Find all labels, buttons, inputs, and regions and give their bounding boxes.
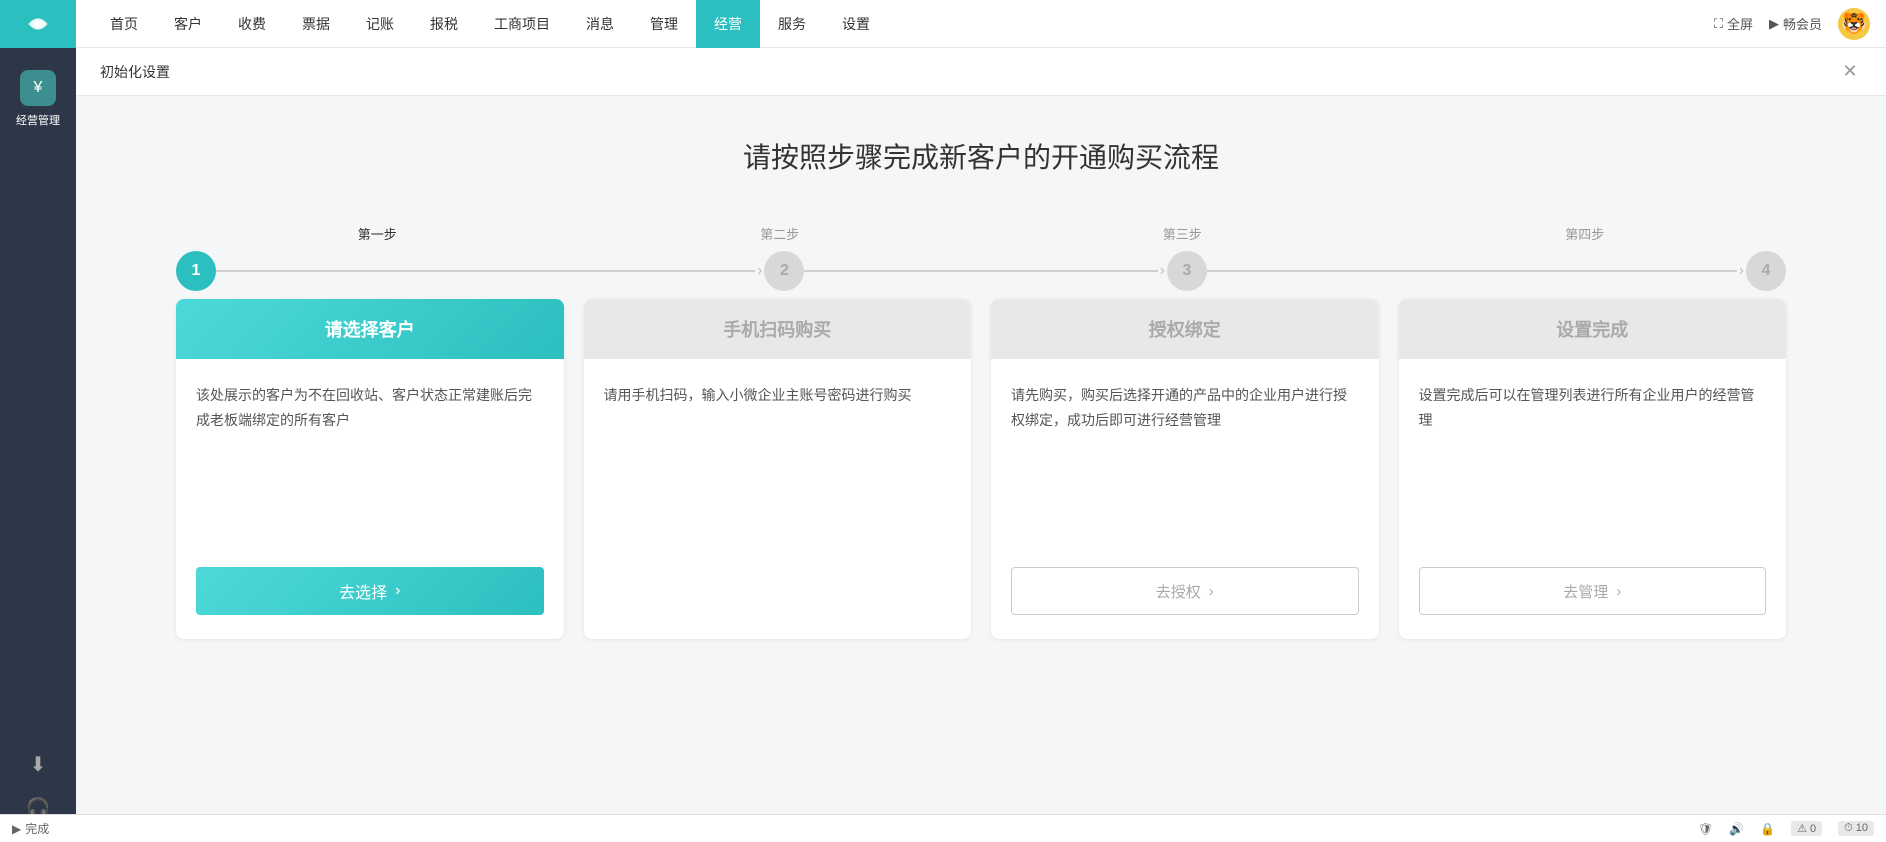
vip-icon: ▶ [1769,16,1779,32]
status-label: 完成 [25,820,49,837]
btn-label: 去管理 [1563,581,1608,602]
card-action-button-3[interactable]: 去授权 › [1011,567,1359,615]
sidebar-item-label: 经营管理 [16,112,60,128]
card-header-2: 手机扫码购买 [584,299,972,359]
card-body-3: 请先购买，购买后选择开通的产品中的企业用户进行授权绑定，成功后即可进行经营管理 [991,359,1379,567]
step-wrapper-1: 第一步 1 [176,224,579,291]
btn-arrow: › [395,582,400,600]
step-card-2: 手机扫码购买请用手机扫码，输入小微企业主账号密码进行购买 [584,299,972,639]
nav-item-收费[interactable]: 收费 [220,0,284,48]
btn-arrow: › [1209,583,1214,600]
step-wrapper-2: 第二步 ›2 [579,224,982,291]
page-header: 初始化设置 ✕ [76,48,1886,96]
card-footer-4: 去管理 › [1399,567,1787,639]
nav-item-首页[interactable]: 首页 [92,0,156,48]
warning-icon: ⚠ 0 [1791,821,1822,836]
card-body-2: 请用手机扫码，输入小微企业主账号密码进行购买 [584,359,972,639]
card-action-button-1[interactable]: 去选择 › [196,567,544,615]
btn-label: 去授权 [1156,581,1201,602]
top-navigation: 首页客户收费票据记账报税工商项目消息管理经营服务设置 ⛶ 全屏 ▶ 畅会员 🐯 [0,0,1886,48]
step-circle-2: 2 [764,251,804,291]
step-arrow-1: › [757,262,762,280]
step-line-right-1 [216,270,579,272]
step-card-4: 设置完成设置完成后可以在管理列表进行所有企业用户的经营管理去管理 › [1399,299,1787,639]
main-layout: ¥ 经营管理 ⬇ 🎧 初始化设置 ✕ 请按照步骤完成新客户的开通购买流程 第一步… [0,48,1886,842]
step-wrapper-3: 第三步 ›3 [981,224,1384,291]
card-header-1: 请选择客户 [176,299,564,359]
nav-item-票据[interactable]: 票据 [284,0,348,48]
card-action-button-4[interactable]: 去管理 › [1419,567,1767,615]
step-line-left-3 [981,270,1158,272]
step-label-1: 第一步 [358,224,397,243]
step-circle-1: 1 [176,251,216,291]
left-sidebar: ¥ 经营管理 ⬇ 🎧 [0,48,76,842]
card-footer-1: 去选择 › [176,567,564,639]
card-header-3: 授权绑定 [991,299,1379,359]
nav-item-报税[interactable]: 报税 [412,0,476,48]
flow-container: 第一步1第二步›2第三步›3第四步›4 请选择客户该处展示的客户为不在回收站、客… [136,224,1826,639]
nav-item-消息[interactable]: 消息 [568,0,632,48]
clock-icon: ⏱ 10 [1838,821,1874,836]
step-line-left-2 [579,270,756,272]
card-body-4: 设置完成后可以在管理列表进行所有企业用户的经营管理 [1399,359,1787,567]
page-title: 初始化设置 [100,62,170,82]
nav-item-记账[interactable]: 记账 [348,0,412,48]
step-line-left-4 [1384,270,1737,272]
step-line-right-2 [804,270,981,272]
nav-item-服务[interactable]: 服务 [760,0,824,48]
step-circle-3: 3 [1167,251,1207,291]
nav-item-管理[interactable]: 管理 [632,0,696,48]
steps-indicator-row: 第一步1第二步›2第三步›3第四步›4 [176,224,1786,291]
lock-icon: 🔒 [1760,822,1775,836]
vip-button[interactable]: ▶ 畅会员 [1769,14,1822,33]
step-label-2: 第二步 [760,224,799,243]
step-circle-4: 4 [1746,251,1786,291]
step-label-3: 第三步 [1163,224,1202,243]
btn-label: 去选择 [339,579,387,603]
volume-icon: 🔊 [1729,822,1744,836]
step-arrow-3: › [1739,262,1744,280]
card-body-1: 该处展示的客户为不在回收站、客户状态正常建账后完成老板端绑定的所有客户 [176,359,564,567]
nav-item-客户[interactable]: 客户 [156,0,220,48]
nav-menu: 首页客户收费票据记账报税工商项目消息管理经营服务设置 [92,0,1714,48]
nav-item-工商项目[interactable]: 工商项目 [476,0,568,48]
close-button[interactable]: ✕ [1838,60,1862,84]
cards-container: 请选择客户该处展示的客户为不在回收站、客户状态正常建账后完成老板端绑定的所有客户… [176,299,1786,639]
step-line-right-3 [1207,270,1384,272]
download-icon[interactable]: ⬇ [20,746,56,782]
status-bar: ▶ 完成 🛡 🔊 🔒 ⚠ 0 ⏱ 10 [0,814,1886,842]
fullscreen-button[interactable]: ⛶ 全屏 [1714,14,1753,33]
fullscreen-icon: ⛶ [1714,16,1723,32]
card-header-4: 设置完成 [1399,299,1787,359]
nav-right-actions: ⛶ 全屏 ▶ 畅会员 🐯 [1714,8,1870,40]
fullscreen-label: 全屏 [1727,14,1753,33]
user-avatar[interactable]: 🐯 [1838,8,1870,40]
wizard-title: 请按照步骤完成新客户的开通购买流程 [136,136,1826,176]
step-card-1: 请选择客户该处展示的客户为不在回收站、客户状态正常建账后完成老板端绑定的所有客户… [176,299,564,639]
main-content-area: 初始化设置 ✕ 请按照步骤完成新客户的开通购买流程 第一步1第二步›2第三步›3… [76,48,1886,842]
app-logo[interactable] [0,0,76,48]
play-icon: ▶ [12,822,21,836]
vip-label: 畅会员 [1783,14,1822,33]
shield-icon: 🛡 [1698,822,1713,836]
nav-item-设置[interactable]: 设置 [824,0,888,48]
btn-arrow: › [1616,583,1621,600]
step-label-4: 第四步 [1565,224,1604,243]
step-arrow-2: › [1160,262,1165,280]
step-card-3: 授权绑定请先购买，购买后选择开通的产品中的企业用户进行授权绑定，成功后即可进行经… [991,299,1379,639]
sidebar-item-management[interactable]: ¥ 经营管理 [0,60,76,138]
management-icon: ¥ [20,70,56,106]
step-wrapper-4: 第四步 ›4 [1384,224,1787,291]
wizard-container: 请按照步骤完成新客户的开通购买流程 第一步1第二步›2第三步›3第四步›4 请选… [76,96,1886,842]
status-right-icons: 🛡 🔊 🔒 ⚠ 0 ⏱ 10 [1698,821,1874,836]
nav-item-经营[interactable]: 经营 [696,0,760,48]
card-footer-3: 去授权 › [991,567,1379,639]
